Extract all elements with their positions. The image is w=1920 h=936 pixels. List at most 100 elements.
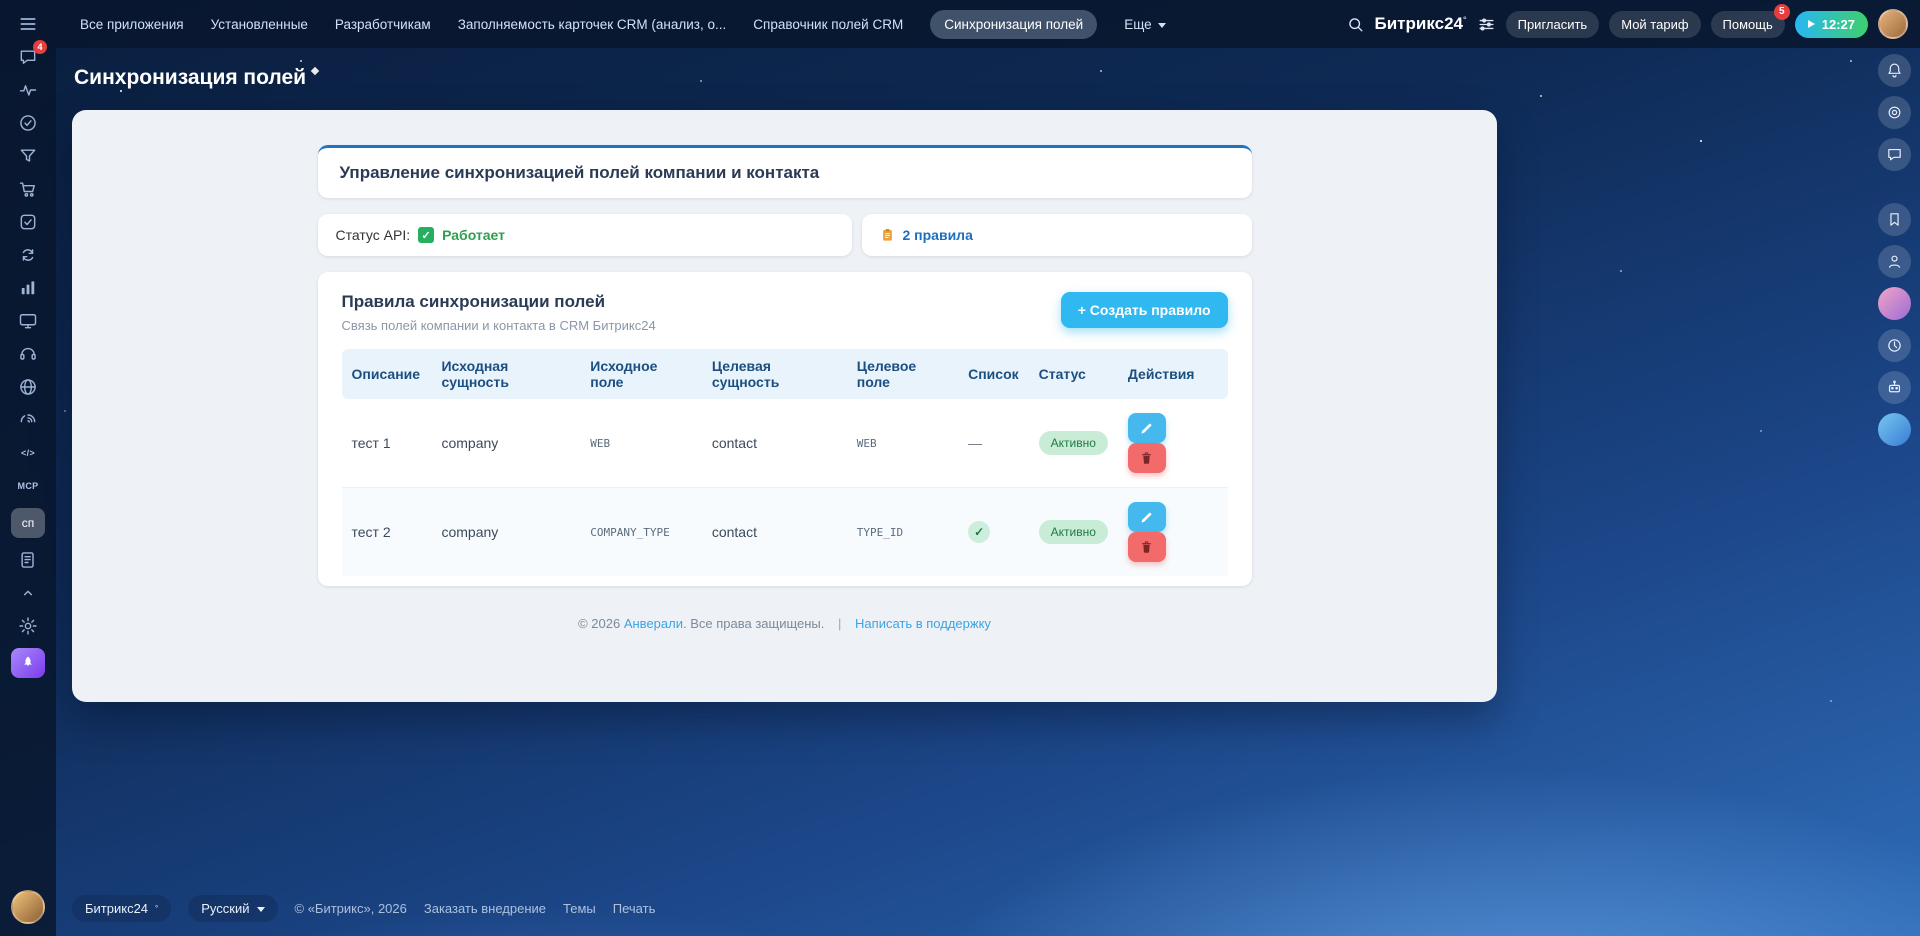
right-widget-rail xyxy=(1878,54,1911,446)
col-actions: Действия xyxy=(1117,349,1228,399)
checklist-icon[interactable] xyxy=(16,211,40,233)
delete-rule-button[interactable] xyxy=(1127,532,1166,562)
helpdesk-spiral-icon[interactable] xyxy=(1878,96,1911,129)
col-target-field: Целевое поле xyxy=(846,349,959,399)
news-feed-icon[interactable] xyxy=(16,79,40,101)
page-title: Синхронизация полей xyxy=(74,66,307,89)
app-panel: Управление синхронизацией полей компании… xyxy=(72,110,1497,702)
copilot-rocket-tile[interactable] xyxy=(11,648,45,678)
collapse-chevron-icon[interactable] xyxy=(16,582,40,604)
delete-rule-button[interactable] xyxy=(1127,443,1166,473)
brand-mark: ° xyxy=(1463,14,1467,25)
tab-more[interactable]: Еще xyxy=(1124,17,1166,32)
status-row: Статус API: ✓ Работает 2 правила xyxy=(317,214,1252,256)
themes-link[interactable]: Темы xyxy=(563,901,596,916)
chevron-down-icon xyxy=(1157,22,1166,28)
panel-footer: © 2026 Анверали. Все права защищены. | Н… xyxy=(318,616,1252,631)
messenger-icon[interactable]: 4 xyxy=(16,40,47,68)
col-source-entity: Исходная сущность xyxy=(431,349,581,399)
tab-crm-fields-directory[interactable]: Справочник полей CRM xyxy=(753,17,903,32)
cell-target-entity: contact xyxy=(701,399,847,488)
api-status-value: Работает xyxy=(442,227,505,243)
tariff-button[interactable]: Мой тариф xyxy=(1609,10,1701,38)
bot-widget-icon[interactable] xyxy=(1878,371,1911,404)
table-head: Правила синхронизации полей Связь полей … xyxy=(342,292,1228,333)
cell-source-field: WEB xyxy=(580,399,702,488)
create-rule-button[interactable]: + Создать правило xyxy=(1060,292,1228,328)
cell-target-field: TYPE_ID xyxy=(856,525,904,539)
bitrix24-logo[interactable]: Битрикс24° xyxy=(1375,14,1467,34)
sites-icon[interactable] xyxy=(16,310,40,332)
table-header-row: Описание Исходная сущность Исходное поле… xyxy=(341,349,1228,399)
table-head-text: Правила синхронизации полей Связь полей … xyxy=(342,292,656,333)
cell-description: тест 1 xyxy=(341,399,432,488)
brand-mark: ° xyxy=(155,904,159,913)
chat-avatar-2[interactable] xyxy=(1878,413,1911,446)
tasks-icon[interactable] xyxy=(16,112,40,134)
panel-header-title: Управление синхронизацией полей компании… xyxy=(339,163,820,182)
esign-document-icon[interactable] xyxy=(16,549,40,571)
hamburger-menu-icon[interactable] xyxy=(16,13,40,35)
tab-installed[interactable]: Установленные xyxy=(211,17,308,32)
fingerprint-icon[interactable] xyxy=(16,409,40,431)
copyright-prefix: © 2026 xyxy=(578,616,624,631)
play-icon xyxy=(1807,20,1815,28)
contact-widget-icon[interactable] xyxy=(1878,245,1911,278)
app-sp-tile[interactable]: сп xyxy=(11,508,45,538)
marketplace-nav: Все приложения Установленные Разработчик… xyxy=(80,9,1336,39)
copyright-suffix: . Все права защищены. xyxy=(682,616,825,631)
search-icon[interactable] xyxy=(1346,15,1365,34)
col-description: Описание xyxy=(341,349,432,399)
page-title-row: Синхронизация полей xyxy=(74,66,320,90)
table-row: тест 1 company WEB contact WEB — Активно xyxy=(341,399,1228,488)
bottom-bar: Битрикс24 ° Русский © «Битрикс», 2026 Зак… xyxy=(72,895,655,922)
top-bar: Все приложения Установленные Разработчик… xyxy=(56,0,1920,48)
bookmark-widget-icon[interactable] xyxy=(1878,203,1911,236)
sparkle-decoration xyxy=(310,66,320,76)
mcp-icon[interactable]: MCP xyxy=(16,475,40,497)
cell-source-entity: company xyxy=(441,524,499,540)
settings-gear-icon[interactable] xyxy=(16,615,40,637)
code-icon[interactable]: </> xyxy=(16,442,40,464)
crm-icon[interactable] xyxy=(16,145,40,167)
business-process-icon[interactable] xyxy=(16,244,40,266)
messenger-badge: 4 xyxy=(33,40,47,54)
stats-icon[interactable] xyxy=(16,277,40,299)
app-sp-initials: сп xyxy=(21,516,35,530)
vendor-link[interactable]: Анверали xyxy=(624,616,683,631)
col-source-field: Исходное поле xyxy=(580,349,702,399)
tab-all-apps[interactable]: Все приложения xyxy=(80,17,184,32)
table-row: тест 2 company COMPANY_TYPE contact TYPE… xyxy=(341,487,1228,576)
list-none-value: — xyxy=(968,435,983,451)
profile-avatar[interactable] xyxy=(11,890,45,924)
edit-rule-button[interactable] xyxy=(1127,413,1166,443)
work-timer-button[interactable]: 12:27 xyxy=(1794,10,1868,38)
chat-avatar-1[interactable] xyxy=(1878,287,1911,320)
support-headset-icon[interactable] xyxy=(16,343,40,365)
help-wrap: Помощь 5 xyxy=(1710,3,1790,38)
clock-widget-icon[interactable] xyxy=(1878,329,1911,362)
market-globe-icon[interactable] xyxy=(16,376,40,398)
print-link[interactable]: Печать xyxy=(613,901,656,916)
edit-rule-button[interactable] xyxy=(1127,502,1166,532)
rules-table-title: Правила синхронизации полей xyxy=(341,292,606,311)
invite-button[interactable]: Пригласить xyxy=(1505,10,1600,38)
support-link[interactable]: Написать в поддержку xyxy=(855,616,991,631)
trash-icon xyxy=(1142,451,1152,464)
tab-developers[interactable]: Разработчикам xyxy=(335,17,431,32)
notifications-bell-icon[interactable] xyxy=(1878,54,1911,87)
rules-table-subtitle: Связь полей компании и контакта в CRM Би… xyxy=(341,318,656,333)
language-selector[interactable]: Русский xyxy=(188,895,278,922)
left-sidebar: 4 </> MCP сп xyxy=(0,0,56,936)
support-chat-icon[interactable] xyxy=(1878,138,1911,171)
user-avatar[interactable] xyxy=(1878,9,1908,39)
tab-crm-card-fill[interactable]: Заполняемость карточек CRM (анализ, о... xyxy=(458,17,727,32)
list-check-icon: ✓ xyxy=(968,521,991,543)
col-target-entity: Целевая сущность xyxy=(701,349,847,399)
bitrix24-footer-logo[interactable]: Битрикс24 ° xyxy=(72,895,172,922)
sales-cart-icon[interactable] xyxy=(16,178,40,200)
order-implementation-link[interactable]: Заказать внедрение xyxy=(424,901,546,916)
rules-count-value: 2 правила xyxy=(902,227,973,243)
tab-field-sync[interactable]: Синхронизация полей xyxy=(930,9,1098,39)
sliders-settings-icon[interactable] xyxy=(1477,15,1496,34)
